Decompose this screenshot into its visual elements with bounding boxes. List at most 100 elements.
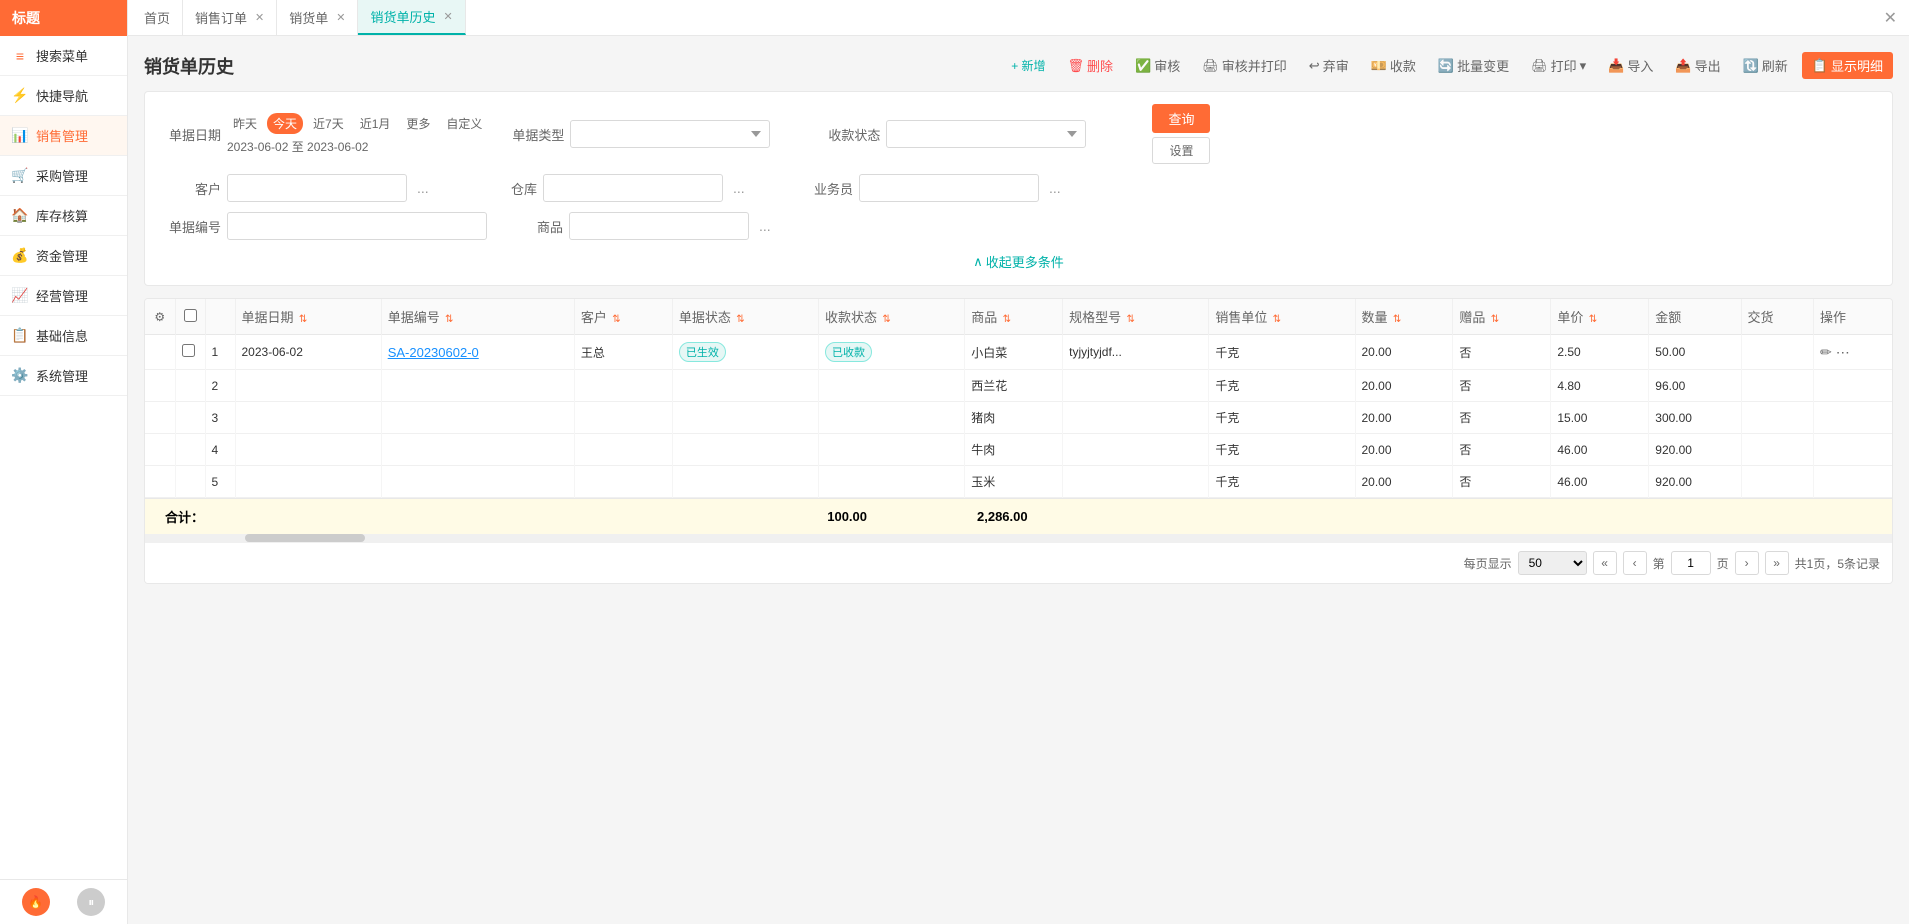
row-amount: 920.00 bbox=[1649, 466, 1741, 498]
filter-row-1: 单据日期 昨天 今天 近7天 近1月 更多 自定义 2023-06-02 至 2… bbox=[161, 104, 1876, 164]
table-scroll-bar[interactable] bbox=[145, 534, 1892, 542]
first-page-btn[interactable]: « bbox=[1593, 551, 1617, 575]
th-quantity[interactable]: 数量 ⇅ bbox=[1355, 299, 1453, 335]
th-spec-type[interactable]: 规格型号 ⇅ bbox=[1063, 299, 1209, 335]
th-doc-date[interactable]: 单据日期 ⇅ bbox=[235, 299, 381, 335]
sidebar-item-operations[interactable]: 📈 经营管理 bbox=[0, 276, 127, 316]
date-tag-1month[interactable]: 近1月 bbox=[354, 113, 397, 134]
collapse-btn[interactable]: ∧ 收起更多条件 bbox=[967, 250, 1070, 273]
th-doc-number[interactable]: 单据编号 ⇅ bbox=[381, 299, 574, 335]
sort-doc-status-icon[interactable]: ⇅ bbox=[736, 314, 744, 325]
payment-status-select[interactable] bbox=[886, 120, 1086, 148]
abandon-button[interactable]: ↩ 弃审 bbox=[1301, 52, 1357, 79]
refresh-button[interactable]: 🔃 刷新 bbox=[1735, 52, 1796, 79]
salesperson-ellipsis-btn[interactable]: ... bbox=[1049, 180, 1061, 196]
sidebar-item-finance[interactable]: 💰 资金管理 bbox=[0, 236, 127, 276]
next-page-btn[interactable]: › bbox=[1735, 551, 1759, 575]
close-sales-invoice-icon[interactable]: ✕ bbox=[336, 11, 345, 24]
date-tag-7days[interactable]: 近7天 bbox=[307, 113, 350, 134]
sort-quantity-icon[interactable]: ⇅ bbox=[1393, 314, 1401, 325]
show-detail-button[interactable]: 📋 显示明细 bbox=[1802, 52, 1893, 79]
date-tag-custom[interactable]: 自定义 bbox=[440, 113, 488, 134]
select-all-checkbox[interactable] bbox=[184, 309, 197, 322]
sidebar-footer-btn2[interactable]: ⏸ bbox=[77, 888, 105, 916]
warehouse-input[interactable] bbox=[543, 174, 723, 202]
sort-sales-unit-icon[interactable]: ⇅ bbox=[1273, 314, 1281, 325]
th-gift[interactable]: 赠品 ⇅ bbox=[1453, 299, 1551, 335]
row-gift: 否 bbox=[1453, 402, 1551, 434]
sort-unit-price-icon[interactable]: ⇅ bbox=[1589, 314, 1597, 325]
sidebar-item-basic-info[interactable]: 📋 基础信息 bbox=[0, 316, 127, 356]
row-gift: 否 bbox=[1453, 370, 1551, 402]
customer-input[interactable] bbox=[227, 174, 407, 202]
th-action-label: 操作 bbox=[1820, 310, 1846, 325]
table-row: 1 2023-06-02 SA-20230602-0 王总 已生效 已收款 小白… bbox=[145, 335, 1892, 370]
add-button[interactable]: + 新增 bbox=[1003, 53, 1053, 78]
sidebar-footer-btn1[interactable]: 🔥 bbox=[22, 888, 50, 916]
th-rownum bbox=[205, 299, 235, 335]
prev-page-btn[interactable]: ‹ bbox=[1623, 551, 1647, 575]
doc-number-link[interactable]: SA-20230602-0 bbox=[388, 345, 479, 360]
page-input[interactable] bbox=[1671, 551, 1711, 575]
sidebar-item-quick-nav[interactable]: ⚡ 快捷导航 bbox=[0, 76, 127, 116]
filter-settings-button[interactable]: 设置 bbox=[1152, 137, 1210, 164]
import-button[interactable]: 📥 导入 bbox=[1600, 52, 1661, 79]
sidebar-item-inventory[interactable]: 🏠 库存核算 bbox=[0, 196, 127, 236]
delete-button[interactable]: 🗑 删除 bbox=[1060, 52, 1122, 79]
sort-payment-status-icon[interactable]: ⇅ bbox=[882, 314, 890, 325]
close-sales-history-icon[interactable]: ✕ bbox=[444, 10, 453, 23]
sort-customer-icon[interactable]: ⇅ bbox=[612, 314, 620, 325]
tab-sales-history[interactable]: 销货单历史 ✕ bbox=[358, 0, 465, 35]
review-print-button[interactable]: 🖨 审核并打印 bbox=[1194, 52, 1295, 79]
tab-sales-order[interactable]: 销售订单 ✕ bbox=[183, 0, 277, 35]
sidebar-item-purchase-mgmt[interactable]: 🛒 采购管理 bbox=[0, 156, 127, 196]
more-action-icon[interactable]: ⋯ bbox=[1836, 344, 1850, 361]
tab-home[interactable]: 首页 bbox=[132, 0, 183, 35]
warehouse-ellipsis-btn[interactable]: ... bbox=[733, 180, 745, 196]
review-button[interactable]: ✅ 审核 bbox=[1127, 52, 1188, 79]
th-sales-unit[interactable]: 销售单位 ⇅ bbox=[1209, 299, 1355, 335]
sidebar-item-search-menu[interactable]: ≡ 搜索菜单 bbox=[0, 36, 127, 76]
date-tag-more[interactable]: 更多 bbox=[400, 113, 436, 134]
sidebar-footer: 🔥 ⏸ bbox=[0, 879, 127, 924]
date-tag-yesterday[interactable]: 昨天 bbox=[227, 113, 263, 134]
last-page-btn[interactable]: » bbox=[1765, 551, 1789, 575]
print-button[interactable]: 🖨 打印 ▾ bbox=[1523, 52, 1594, 79]
product-ellipsis-btn[interactable]: ... bbox=[759, 218, 771, 234]
customer-ellipsis-btn[interactable]: ... bbox=[417, 180, 429, 196]
th-unit-price[interactable]: 单价 ⇅ bbox=[1551, 299, 1649, 335]
sort-doc-number-icon[interactable]: ⇅ bbox=[445, 314, 453, 325]
sidebar-item-system[interactable]: ⚙️ 系统管理 bbox=[0, 356, 127, 396]
doc-type-select[interactable] bbox=[570, 120, 770, 148]
sort-doc-date-icon[interactable]: ⇅ bbox=[299, 314, 307, 325]
th-customer[interactable]: 客户 ⇅ bbox=[574, 299, 672, 335]
row-doc-number bbox=[381, 466, 574, 498]
th-gear[interactable]: ⚙ bbox=[145, 299, 175, 335]
tab-sales-invoice[interactable]: 销货单 ✕ bbox=[277, 0, 358, 35]
page-suffix: 页 bbox=[1717, 555, 1729, 572]
collect-button[interactable]: 💴 收款 bbox=[1363, 52, 1424, 79]
th-payment-status[interactable]: 收款状态 ⇅ bbox=[819, 299, 965, 335]
th-doc-status[interactable]: 单据状态 ⇅ bbox=[672, 299, 818, 335]
date-range: 2023-06-02 至 2023-06-02 bbox=[227, 138, 488, 155]
query-button[interactable]: 查询 bbox=[1152, 104, 1210, 133]
th-trade: 交货 bbox=[1741, 299, 1813, 335]
salesperson-input[interactable] bbox=[859, 174, 1039, 202]
row-checkbox[interactable] bbox=[182, 344, 195, 357]
batch-change-button[interactable]: 🔄 批量变更 bbox=[1430, 52, 1517, 79]
sort-gift-icon[interactable]: ⇅ bbox=[1491, 314, 1499, 325]
date-tag-today[interactable]: 今天 bbox=[267, 113, 303, 134]
export-button[interactable]: 📤 导出 bbox=[1667, 52, 1728, 79]
tab-bar: 首页 销售订单 ✕ 销货单 ✕ 销货单历史 ✕ ✕ bbox=[128, 0, 1909, 36]
collapse-up-icon: ∧ bbox=[973, 254, 983, 270]
edit-icon[interactable]: ✏ bbox=[1820, 344, 1832, 361]
th-product[interactable]: 商品 ⇅ bbox=[965, 299, 1063, 335]
doc-number-input[interactable] bbox=[227, 212, 487, 240]
close-sales-order-icon[interactable]: ✕ bbox=[255, 11, 264, 24]
sidebar-item-sales-mgmt[interactable]: 📊 销售管理 bbox=[0, 116, 127, 156]
product-input[interactable] bbox=[569, 212, 749, 240]
per-page-select[interactable]: 50 100 200 bbox=[1518, 551, 1587, 575]
sort-spec-type-icon[interactable]: ⇅ bbox=[1126, 314, 1134, 325]
tab-bar-close-btn[interactable]: ✕ bbox=[1884, 8, 1897, 28]
sort-product-icon[interactable]: ⇅ bbox=[1003, 314, 1011, 325]
